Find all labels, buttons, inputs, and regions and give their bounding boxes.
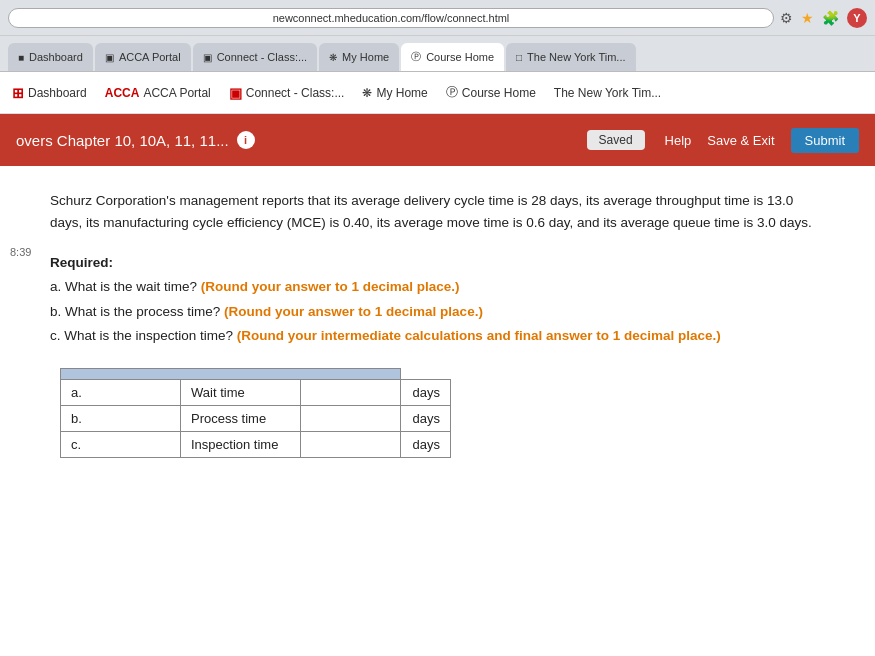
url-bar[interactable]: newconnect.mheducation.com/flow/connect.… [8, 8, 774, 28]
tab-myhome-icon: ❋ [329, 52, 337, 63]
table-row: c. Inspection time days [61, 432, 451, 458]
info-icon[interactable]: i [237, 131, 255, 149]
tab-coursehome-label: Course Home [426, 51, 494, 63]
required-part-a: a. What is the wait time? (Round your an… [50, 275, 825, 299]
tab-dashboard-icon: ■ [18, 52, 24, 63]
required-label: Required: [50, 255, 113, 270]
tab-myhome[interactable]: ❋ My Home [319, 43, 399, 71]
required-section: Required: a. What is the wait time? (Rou… [50, 251, 825, 348]
nav-connect[interactable]: ▣ Connect - Class:... [229, 85, 345, 101]
nav-myhome[interactable]: ❋ My Home [362, 86, 427, 100]
nav-connect-icon: ▣ [229, 85, 242, 101]
row-b-id: b. [61, 406, 181, 432]
row-c-input-cell[interactable] [301, 432, 401, 458]
tab-dashboard[interactable]: ■ Dashboard [8, 43, 93, 71]
page-title-area: overs Chapter 10, 10A, 11, 11... i [16, 131, 567, 149]
tab-coursehome-icon: Ⓟ [411, 50, 421, 64]
row-a-input[interactable] [301, 380, 400, 405]
help-button[interactable]: Help [665, 133, 692, 148]
submit-button[interactable]: Submit [791, 128, 859, 153]
page-header: overs Chapter 10, 10A, 11, 11... i Saved… [0, 114, 875, 166]
tab-acca-icon: ▣ [105, 52, 114, 63]
nav-dashboard[interactable]: ⊞ Dashboard [12, 85, 87, 101]
required-part-b: b. What is the process time? (Round your… [50, 300, 825, 324]
nav-connect-label: Connect - Class:... [246, 86, 345, 100]
page-title-text: overs Chapter 10, 10A, 11, 11... [16, 132, 229, 149]
row-b-unit: days [401, 406, 451, 432]
nav-coursehome-icon: Ⓟ [446, 84, 458, 101]
row-a-label: Wait time [181, 380, 301, 406]
tab-acca-label: ACCA Portal [119, 51, 181, 63]
nav-myhome-star-icon: ❋ [362, 86, 372, 100]
tab-acca[interactable]: ▣ ACCA Portal [95, 43, 191, 71]
tab-connect-label: Connect - Class:... [217, 51, 307, 63]
part-b-note: (Round your answer to 1 decimal place.) [224, 304, 483, 319]
part-a-note: (Round your answer to 1 decimal place.) [201, 279, 460, 294]
row-c-label: Inspection time [181, 432, 301, 458]
problem-text: Schurz Corporation's management reports … [50, 190, 825, 233]
nav-dashboard-icon: ⊞ [12, 85, 24, 101]
nav-nytimes-label: The New York Tim... [554, 86, 661, 100]
url-text: newconnect.mheducation.com/flow/connect.… [273, 12, 510, 24]
row-c-unit: days [401, 432, 451, 458]
answer-table-container: a. Wait time days b. Process time days [60, 368, 825, 458]
browser-bar: newconnect.mheducation.com/flow/connect.… [0, 0, 875, 36]
nav-myhome-label: My Home [376, 86, 427, 100]
row-a-input-cell[interactable] [301, 380, 401, 406]
tab-nytimes[interactable]: □ The New York Tim... [506, 43, 635, 71]
tab-connect[interactable]: ▣ Connect - Class:... [193, 43, 317, 71]
nav-dashboard-label: Dashboard [28, 86, 87, 100]
nav-nytimes[interactable]: The New York Tim... [554, 86, 661, 100]
bookmark-icon[interactable]: ★ [801, 10, 814, 26]
tab-nytimes-icon: □ [516, 52, 522, 63]
required-part-c: c. What is the inspection time? (Round y… [50, 324, 825, 348]
nav-acca[interactable]: ACCA ACCA Portal [105, 86, 211, 100]
table-row: b. Process time days [61, 406, 451, 432]
nav-acca-label: ACCA Portal [143, 86, 210, 100]
row-b-input[interactable] [301, 406, 400, 431]
nav-coursehome-label: Course Home [462, 86, 536, 100]
row-b-input-cell[interactable] [301, 406, 401, 432]
row-a-unit: days [401, 380, 451, 406]
extensions-icon[interactable]: 🧩 [822, 10, 839, 26]
saved-badge: Saved [587, 130, 645, 150]
user-avatar[interactable]: Y [847, 8, 867, 28]
part-c-note: (Round your intermediate calculations an… [237, 328, 721, 343]
settings-icon[interactable]: ⚙ [780, 10, 793, 26]
tab-dashboard-label: Dashboard [29, 51, 83, 63]
row-c-input[interactable] [301, 432, 400, 457]
tab-connect-icon: ▣ [203, 52, 212, 63]
timestamp: 8:39 [10, 246, 31, 258]
save-exit-button[interactable]: Save & Exit [707, 133, 774, 148]
main-content: 8:39 Schurz Corporation's management rep… [0, 166, 875, 656]
row-b-label: Process time [181, 406, 301, 432]
tab-myhome-label: My Home [342, 51, 389, 63]
browser-icons: ⚙ ★ 🧩 Y [780, 8, 867, 28]
tab-coursehome[interactable]: Ⓟ Course Home [401, 43, 504, 71]
app-nav: ⊞ Dashboard ACCA ACCA Portal ▣ Connect -… [0, 72, 875, 114]
table-row: a. Wait time days [61, 380, 451, 406]
nav-coursehome[interactable]: Ⓟ Course Home [446, 84, 536, 101]
nav-acca-icon: ACCA [105, 86, 140, 100]
tab-nytimes-label: The New York Tim... [527, 51, 625, 63]
table-header [61, 369, 401, 380]
tab-bar: ■ Dashboard ▣ ACCA Portal ▣ Connect - Cl… [0, 36, 875, 72]
row-a-id: a. [61, 380, 181, 406]
header-actions: Help Save & Exit Submit [665, 128, 859, 153]
part-c-text: c. What is the inspection time? [50, 328, 237, 343]
part-b-text: b. What is the process time? [50, 304, 224, 319]
answer-table: a. Wait time days b. Process time days [60, 368, 451, 458]
row-c-id: c. [61, 432, 181, 458]
part-a-text: a. What is the wait time? [50, 279, 201, 294]
